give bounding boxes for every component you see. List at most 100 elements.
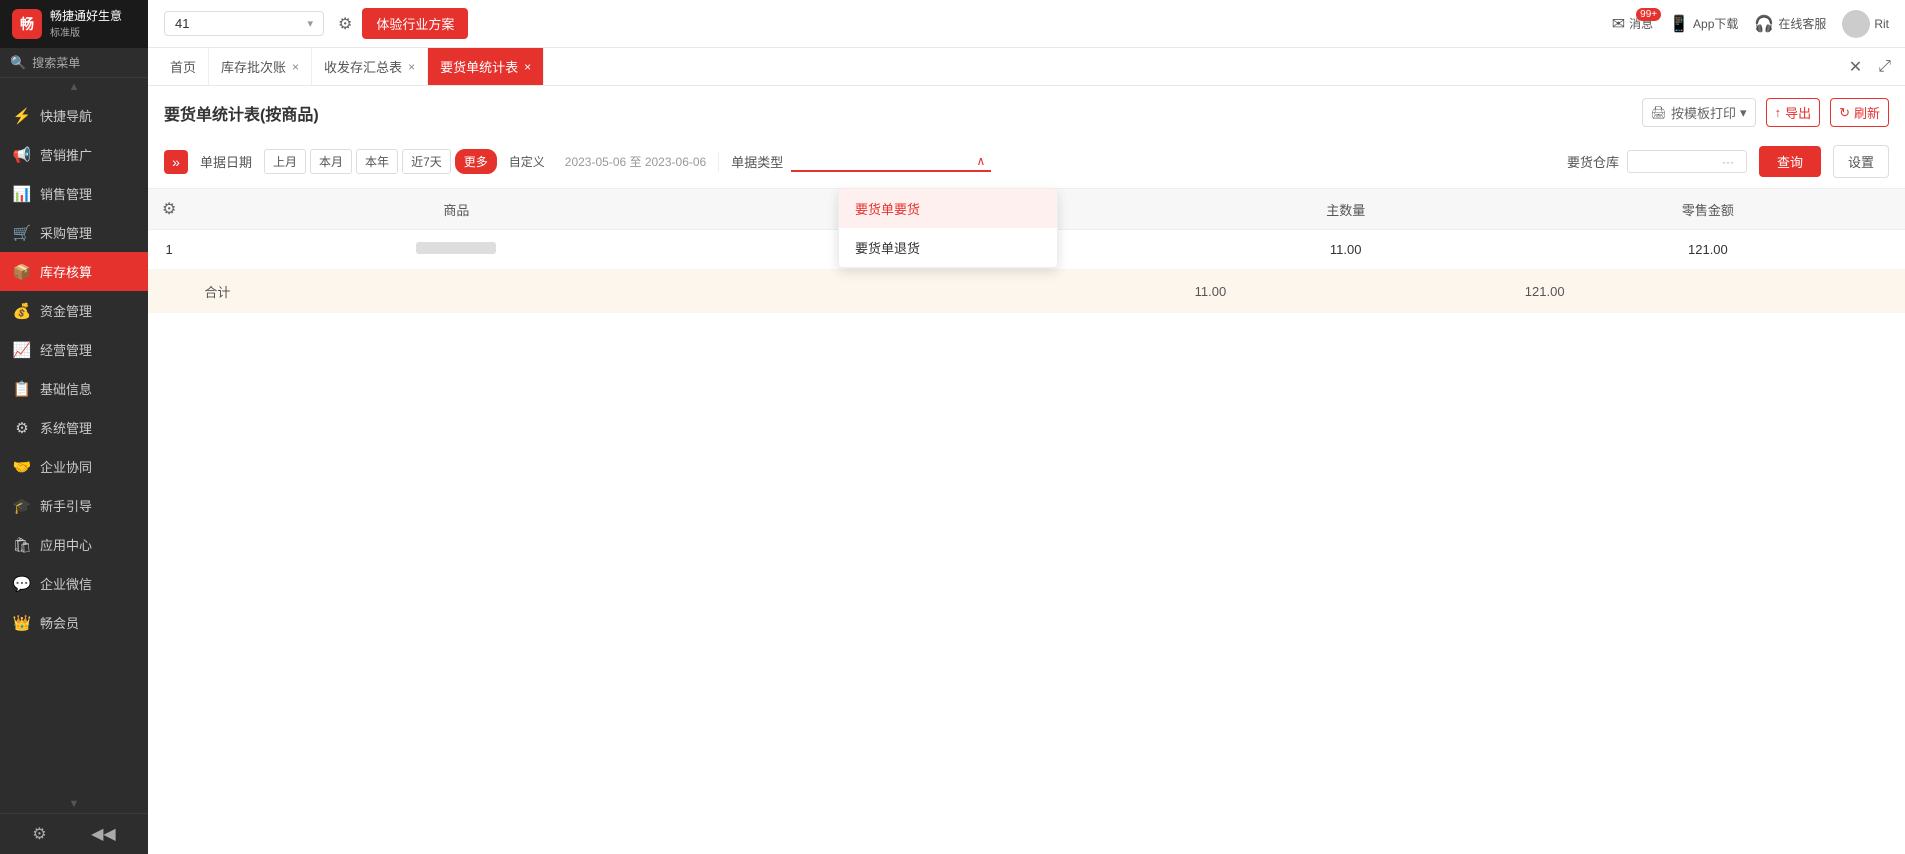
warehouse-filter-label: 要货仓库	[1567, 152, 1619, 171]
sidebar-search[interactable]: 🔍 搜索菜单	[0, 48, 148, 78]
tab-order-stats-close[interactable]: ×	[524, 60, 531, 74]
sidebar-item-finance[interactable]: 💰 资金管理	[0, 291, 148, 330]
sidebar: 畅 畅捷通好生意 标准版 🔍 搜索菜单 ▲ ⚡ 快捷导航 📢 营销推广 📊 销售…	[0, 0, 148, 854]
row-no: 1	[166, 242, 173, 257]
message-btn[interactable]: ✉ 消息 99+	[1612, 14, 1653, 34]
sidebar-item-sales[interactable]: 📊 销售管理	[0, 174, 148, 213]
th-main-qty: 主数量	[1181, 189, 1511, 230]
sidebar-item-marketing[interactable]: 📢 营销推广	[0, 135, 148, 174]
finance-icon: 💰	[12, 302, 32, 320]
sidebar-item-operation[interactable]: 📈 经营管理	[0, 330, 148, 369]
date-filter-label: 单据日期	[200, 152, 252, 171]
support-label: 在线客服	[1778, 15, 1826, 32]
footer-row: 合计 11.00 121.00	[148, 270, 1905, 314]
member-label: 畅会员	[40, 613, 136, 632]
wechat-icon: 💬	[12, 575, 32, 593]
settings-btn[interactable]: 设置	[1833, 145, 1889, 178]
message-badge: 99+	[1636, 8, 1661, 21]
inventory-icon: 📦	[12, 263, 32, 281]
close-all-tabs-btn[interactable]: ✕	[1845, 53, 1866, 81]
cooperation-icon: 🤝	[12, 458, 32, 476]
table-settings-icon[interactable]: ⚙	[162, 201, 176, 218]
sidebar-item-system[interactable]: ⚙ 系统管理	[0, 408, 148, 447]
user-avatar-area[interactable]: Rit	[1842, 10, 1889, 38]
filter-expand-btn[interactable]: »	[164, 150, 188, 174]
date-btn-more[interactable]: 更多	[455, 149, 497, 174]
topbar-settings-icon[interactable]: ⚙	[338, 14, 352, 34]
tab-inventory-batch[interactable]: 库存批次账 ×	[209, 48, 312, 85]
td-retail-amount: 121.00	[1511, 230, 1905, 270]
system-label: 系统管理	[40, 418, 136, 437]
sidebar-item-cooperation[interactable]: 🤝 企业协同	[0, 447, 148, 486]
tab-summary-close[interactable]: ×	[408, 60, 415, 74]
tab-summary[interactable]: 收发存汇总表 ×	[312, 48, 428, 85]
maximize-btn[interactable]: ⤢	[1874, 54, 1895, 80]
warehouse-select[interactable]: ···	[1627, 150, 1747, 173]
print-icon: 🖨	[1651, 105, 1668, 121]
logo-text: 畅捷通好生意	[50, 9, 122, 25]
refresh-btn[interactable]: ↻ 刷新	[1830, 98, 1889, 127]
print-btn[interactable]: 🖨 按模板打印 ▾	[1642, 98, 1756, 127]
export-btn[interactable]: ↑ 导出	[1766, 98, 1821, 127]
marketing-label: 营销推广	[40, 145, 136, 164]
date-btn-this-month[interactable]: 本月	[310, 149, 352, 174]
goods-placeholder	[416, 242, 496, 254]
sidebar-item-apps[interactable]: 🛍 应用中心	[0, 525, 148, 564]
logo-icon: 畅	[12, 9, 42, 39]
tab-inventory-batch-close[interactable]: ×	[292, 60, 299, 74]
logo-subtext: 标准版	[50, 24, 122, 39]
basic-label: 基础信息	[40, 379, 136, 398]
search-label: 搜索菜单	[32, 54, 80, 71]
th-goods-label: 商品	[443, 203, 469, 218]
sidebar-item-member[interactable]: 👑 畅会员	[0, 603, 148, 642]
app-download-btn[interactable]: 📱 App下载	[1669, 14, 1738, 34]
footer-total-label: 合计	[204, 285, 230, 300]
sidebar-item-purchase[interactable]: 🛒 采购管理	[0, 213, 148, 252]
dropdown-item-return-goods[interactable]: 要货单退货	[839, 228, 1057, 267]
filter-bar: » 单据日期 上月 本月 本年 近7天 更多 自定义 2023-05-06 至 …	[148, 135, 1905, 189]
scroll-up-btn[interactable]: ▲	[0, 78, 148, 96]
page-header-actions: 🖨 按模板打印 ▾ ↑ 导出 ↻ 刷新	[1642, 98, 1890, 127]
type-select-arrow-icon: ∧	[976, 154, 985, 168]
apps-icon: 🛍	[12, 536, 32, 554]
tab-order-stats[interactable]: 要货单统计表 ×	[428, 48, 544, 85]
sales-icon: 📊	[12, 185, 32, 203]
th-goods: 商品	[190, 189, 722, 230]
tab-home[interactable]: 首页	[158, 48, 209, 85]
support-btn[interactable]: 🎧 在线客服	[1754, 14, 1826, 34]
type-filter-label: 单据类型	[731, 152, 783, 171]
query-btn[interactable]: 查询	[1759, 146, 1821, 177]
print-arrow-icon: ▾	[1740, 105, 1747, 121]
row-main-qty: 11.00	[1330, 242, 1362, 257]
trial-btn[interactable]: 体验行业方案	[362, 8, 468, 39]
finance-label: 资金管理	[40, 301, 136, 320]
sidebar-item-basic[interactable]: 📋 基础信息	[0, 369, 148, 408]
operation-icon: 📈	[12, 341, 32, 359]
guide-icon: 🎓	[12, 497, 32, 515]
type-select[interactable]: ∧	[791, 151, 991, 172]
app-label: App下载	[1693, 15, 1738, 32]
custom-date-btn[interactable]: 自定义	[501, 150, 553, 173]
type-dropdown: 要货单要货 要货单退货	[838, 188, 1058, 268]
date-buttons-group: 上月 本月 本年 近7天 更多 自定义	[264, 149, 553, 174]
date-range-display: 2023-05-06 至 2023-06-06	[565, 153, 706, 170]
date-btn-last-month[interactable]: 上月	[264, 149, 306, 174]
scroll-down-btn[interactable]: ▼	[0, 795, 148, 813]
purchase-label: 采购管理	[40, 223, 136, 242]
store-name: 41	[175, 16, 301, 31]
settings-footer-icon[interactable]: ⚙	[32, 824, 46, 844]
sidebar-item-guide[interactable]: 🎓 新手引导	[0, 486, 148, 525]
sidebar-item-inventory[interactable]: 📦 库存核算	[0, 252, 148, 291]
dropdown-item-order-goods[interactable]: 要货单要货	[839, 189, 1057, 228]
sidebar-item-shortcuts[interactable]: ⚡ 快捷导航	[0, 96, 148, 135]
date-btn-this-year[interactable]: 本年	[356, 149, 398, 174]
sidebar-item-wechat[interactable]: 💬 企业微信	[0, 564, 148, 603]
td-goods	[190, 230, 722, 270]
app-icon: 📱	[1669, 14, 1689, 34]
export-label: 导出	[1785, 103, 1811, 122]
marketing-icon: 📢	[12, 146, 32, 164]
purchase-icon: 🛒	[12, 224, 32, 242]
date-btn-7days[interactable]: 近7天	[402, 149, 451, 174]
collapse-icon[interactable]: ◀◀	[91, 824, 116, 844]
store-selector[interactable]: 41 ▾	[164, 11, 324, 36]
